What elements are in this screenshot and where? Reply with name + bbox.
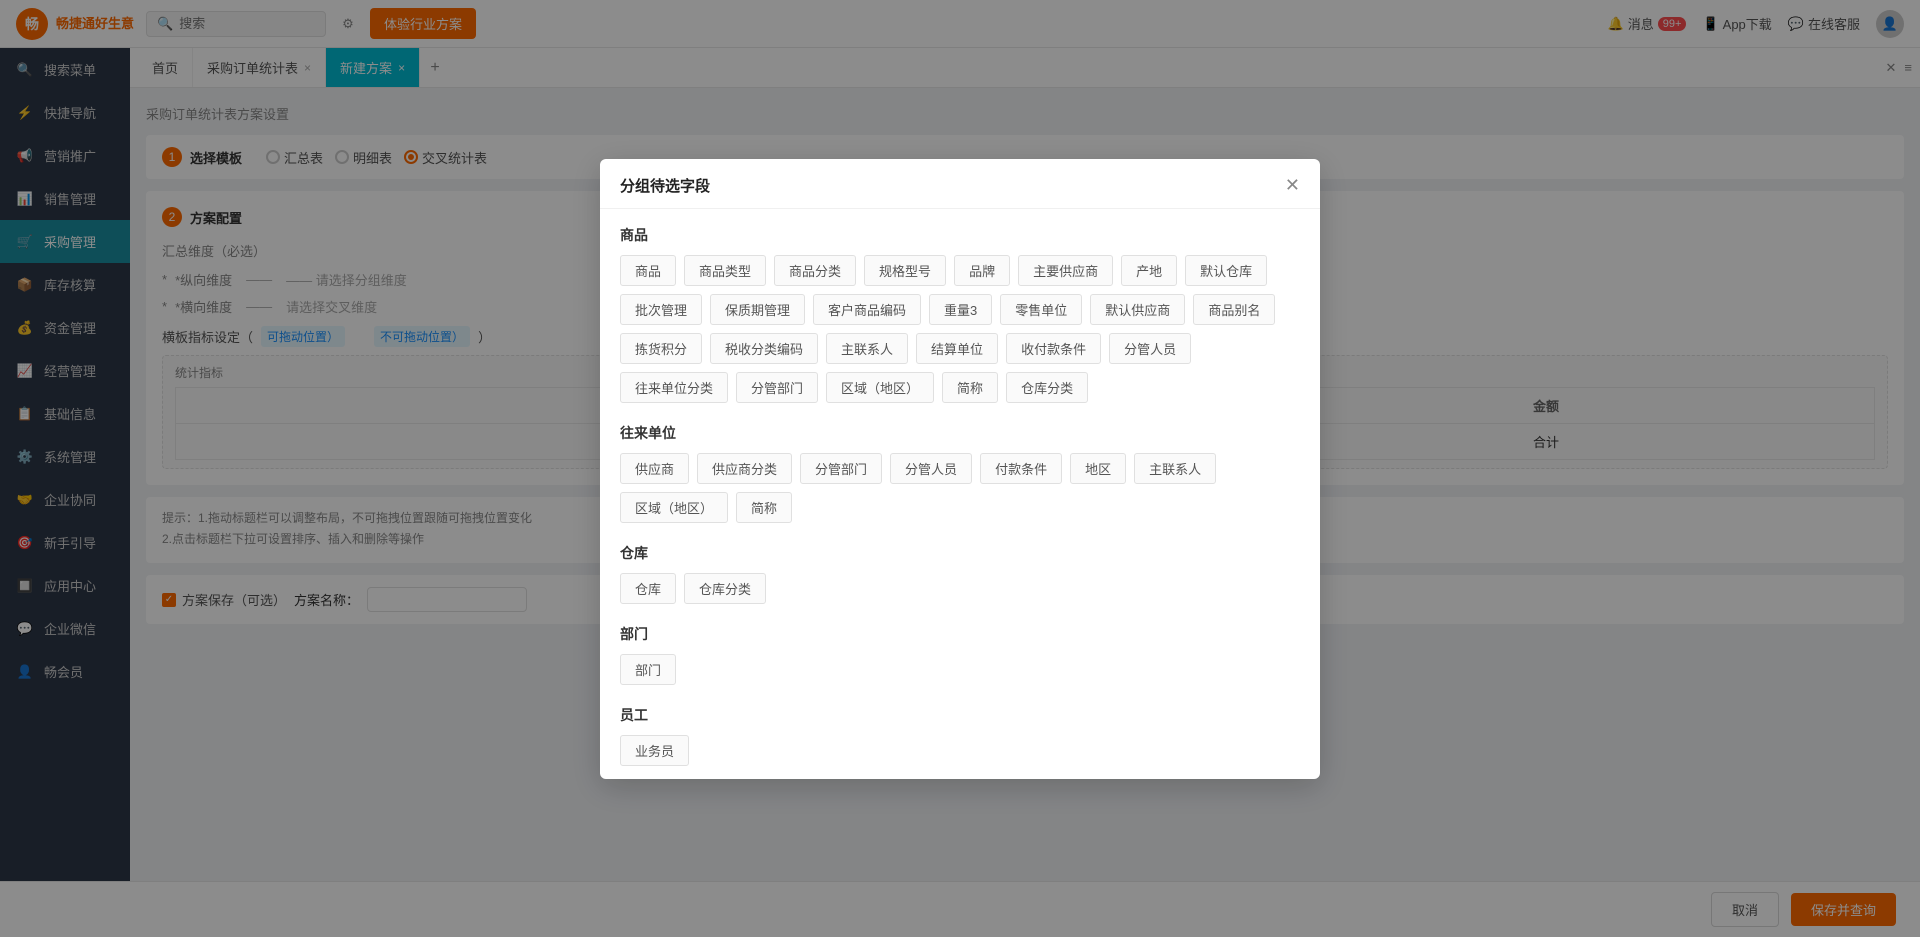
modal-body: 商品商品商品类型商品分类规格型号品牌主要供应商产地默认仓库批次管理保质期管理客户…	[600, 209, 1320, 779]
modal-tag[interactable]: 分管人员	[1109, 333, 1191, 364]
modal-dialog: 分组待选字段 ✕ 商品商品商品类型商品分类规格型号品牌主要供应商产地默认仓库批次…	[600, 159, 1320, 779]
modal-tags-往来单位: 供应商供应商分类分管部门分管人员付款条件地区主联系人区域（地区） 简称	[620, 453, 1300, 523]
modal-section-title: 往来单位	[620, 423, 1300, 443]
modal-tag[interactable]: 部门	[620, 654, 676, 685]
modal-tag[interactable]: 税收分类编码	[710, 333, 818, 364]
modal-tag[interactable]: 客户商品编码	[813, 294, 921, 325]
modal-tag[interactable]: 拣货积分	[620, 333, 702, 364]
modal-section-往来单位: 往来单位供应商供应商分类分管部门分管人员付款条件地区主联系人区域（地区） 简称	[620, 423, 1300, 523]
modal-section-部门: 部门部门	[620, 624, 1300, 685]
modal-tag[interactable]: 主联系人	[1134, 453, 1216, 484]
modal-section-title: 仓库	[620, 543, 1300, 563]
modal-tag[interactable]: 品牌	[954, 255, 1010, 286]
modal-section-title: 员工	[620, 705, 1300, 725]
modal-tags-仓库: 仓库仓库分类	[620, 573, 1300, 604]
modal-tag[interactable]: 简称	[736, 492, 792, 523]
modal-tag[interactable]: 结算单位	[916, 333, 998, 364]
modal-tag[interactable]: 仓库	[620, 573, 676, 604]
modal-tag[interactable]: 默认供应商	[1090, 294, 1185, 325]
modal-tag[interactable]: 仓库分类	[1006, 372, 1088, 403]
modal-tag[interactable]: 分管部门	[800, 453, 882, 484]
modal-tag[interactable]: 商品类型	[684, 255, 766, 286]
modal-tag[interactable]: 产地	[1121, 255, 1177, 286]
modal-tag[interactable]: 批次管理	[620, 294, 702, 325]
modal-section-title: 部门	[620, 624, 1300, 644]
modal-overlay: 分组待选字段 ✕ 商品商品商品类型商品分类规格型号品牌主要供应商产地默认仓库批次…	[0, 0, 1920, 937]
modal-tag[interactable]: 商品别名	[1193, 294, 1275, 325]
modal-tags-部门: 部门	[620, 654, 1300, 685]
modal-title: 分组待选字段	[620, 175, 710, 196]
modal-tag[interactable]: 收付款条件	[1006, 333, 1101, 364]
modal-tag[interactable]: 付款条件	[980, 453, 1062, 484]
modal-tag[interactable]: 默认仓库	[1185, 255, 1267, 286]
modal-section-员工: 员工业务员	[620, 705, 1300, 766]
modal-tag[interactable]: 简称	[942, 372, 998, 403]
modal-tag[interactable]: 往来单位分类	[620, 372, 728, 403]
modal-tag[interactable]: 仓库分类	[684, 573, 766, 604]
modal-tag[interactable]: 分管人员	[890, 453, 972, 484]
modal-tag[interactable]: 供应商分类	[697, 453, 792, 484]
modal-tag[interactable]: 规格型号	[864, 255, 946, 286]
modal-tag[interactable]: 重量3	[929, 294, 992, 325]
modal-tag[interactable]: 区域（地区）	[826, 372, 934, 403]
modal-tag[interactable]: 零售单位	[1000, 294, 1082, 325]
modal-tag[interactable]: 商品分类	[774, 255, 856, 286]
modal-tags-商品: 商品商品类型商品分类规格型号品牌主要供应商产地默认仓库批次管理保质期管理客户商品…	[620, 255, 1300, 403]
modal-tags-员工: 业务员	[620, 735, 1300, 766]
modal-section-商品: 商品商品商品类型商品分类规格型号品牌主要供应商产地默认仓库批次管理保质期管理客户…	[620, 225, 1300, 403]
modal-tag[interactable]: 保质期管理	[710, 294, 805, 325]
modal-tag[interactable]: 供应商	[620, 453, 689, 484]
modal-header: 分组待选字段 ✕	[600, 159, 1320, 209]
modal-tag[interactable]: 区域（地区）	[620, 492, 728, 523]
modal-tag[interactable]: 分管部门	[736, 372, 818, 403]
modal-tag[interactable]: 主要供应商	[1018, 255, 1113, 286]
modal-close-button[interactable]: ✕	[1285, 175, 1300, 196]
modal-tag[interactable]: 业务员	[620, 735, 689, 766]
modal-tag[interactable]: 地区	[1070, 453, 1126, 484]
modal-section-仓库: 仓库仓库仓库分类	[620, 543, 1300, 604]
modal-tag[interactable]: 主联系人	[826, 333, 908, 364]
modal-section-title: 商品	[620, 225, 1300, 245]
modal-tag[interactable]: 商品	[620, 255, 676, 286]
